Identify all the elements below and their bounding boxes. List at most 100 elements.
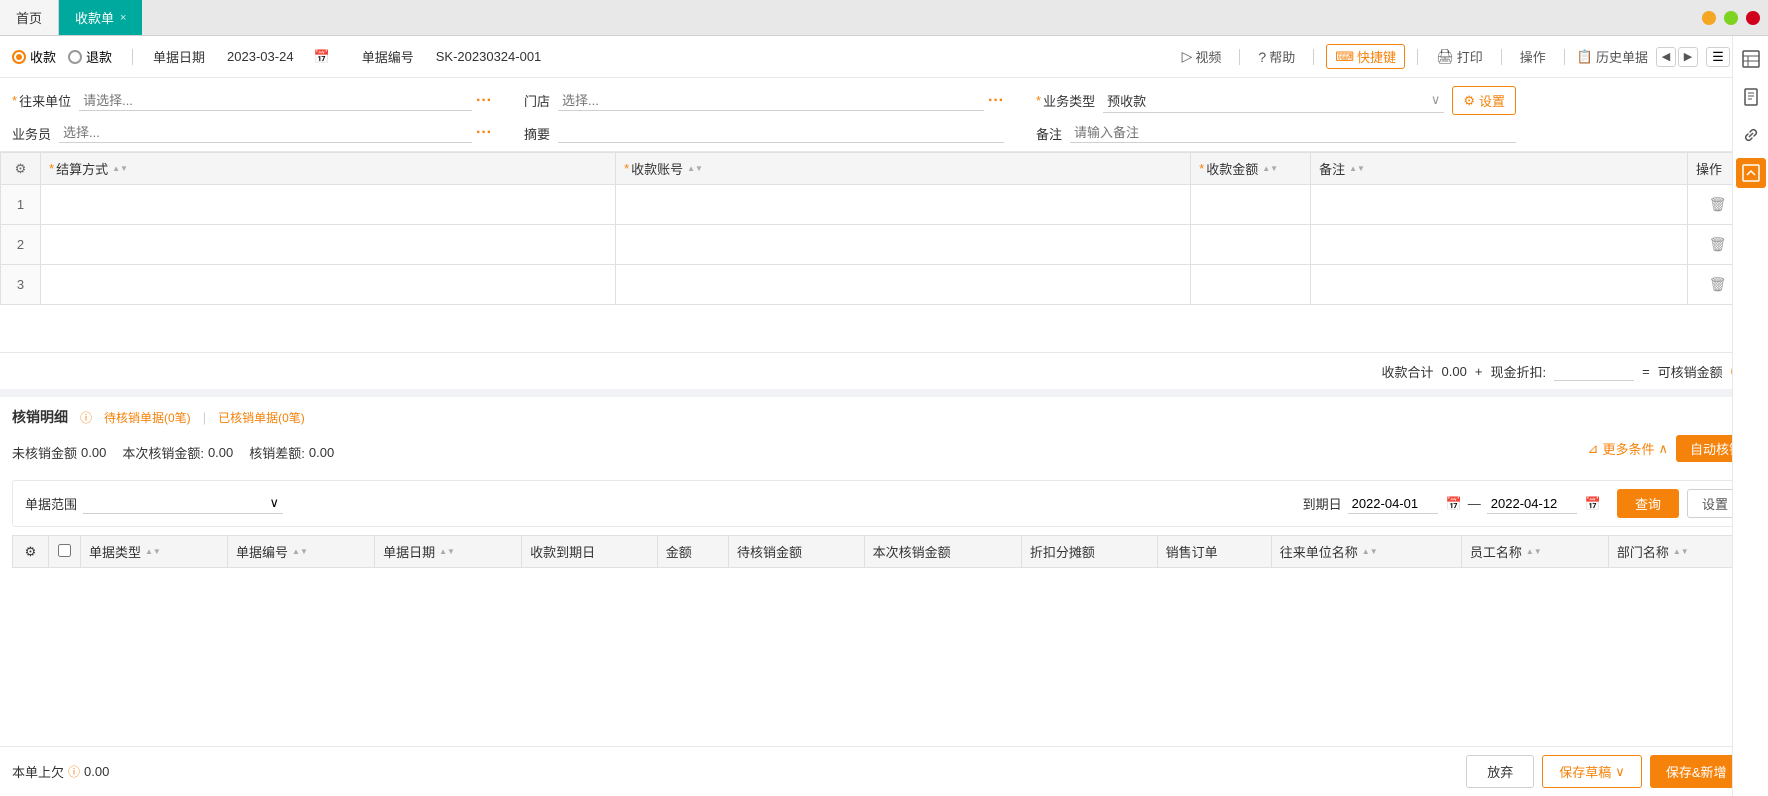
recon-select-all-checkbox[interactable]	[58, 544, 71, 557]
window-maximize-btn[interactable]	[1724, 11, 1738, 25]
sort-recon-docdate[interactable]: ▲▼	[439, 548, 455, 556]
recon-th-doc-num: 单据编号 ▲▼	[228, 536, 375, 568]
history-btn[interactable]: 📋 历史单据	[1577, 47, 1648, 66]
shortcut-icon: ⌨	[1335, 49, 1354, 65]
discount-input[interactable]	[1554, 361, 1634, 381]
recon-th-checkbox[interactable]	[49, 536, 81, 568]
row-2-amount[interactable]	[1191, 225, 1311, 265]
available-label: 可核销金额	[1658, 362, 1723, 381]
recon-th-amount-label: 金额	[666, 545, 692, 560]
counterpart-input[interactable]	[79, 91, 472, 111]
sort-recon-doctype[interactable]: ▲▼	[145, 548, 161, 556]
th-settle-method-label: 结算方式	[56, 159, 108, 178]
tab-current[interactable]: 收款单 ×	[59, 0, 142, 35]
recon-th-gear[interactable]: ⚙	[13, 536, 49, 568]
refund-radio[interactable]: 退款	[68, 47, 112, 66]
row-3-remark[interactable]	[1311, 265, 1688, 305]
sort-icon-account[interactable]: ▲▼	[687, 165, 703, 173]
window-close-btn[interactable]	[1746, 11, 1760, 25]
operate-btn[interactable]: 操作	[1514, 45, 1552, 68]
recon-stats: 未核销金额 0.00 本次核销金额: 0.00 核销差额: 0.00 ⊿ 更多条…	[12, 435, 1756, 470]
store-input[interactable]	[558, 91, 984, 111]
recon-th-due-date: 收款到期日	[522, 536, 658, 568]
done-tab[interactable]: 已核销单据(0笔)	[218, 409, 305, 426]
row-1-account[interactable]	[616, 185, 1191, 225]
receipt-refund-toggle: 收款 退款	[12, 47, 112, 66]
th-receipt-amount: * 收款金额 ▲▼	[1191, 153, 1311, 185]
row-1-delete-icon[interactable]: 🗑	[1709, 196, 1727, 213]
row-2-remark[interactable]	[1311, 225, 1688, 265]
due-date-end-input[interactable]	[1487, 494, 1577, 514]
sidebar-expand-icon[interactable]	[1736, 158, 1766, 188]
sort-icon-remark[interactable]: ▲▼	[1349, 165, 1365, 173]
row-3-account[interactable]	[616, 265, 1191, 305]
row-3-settle[interactable]	[41, 265, 616, 305]
salesperson-label: 业务员	[12, 124, 51, 143]
recon-info-icon[interactable]: ⓘ	[80, 409, 92, 426]
print-icon: 🖨	[1436, 48, 1454, 65]
sort-icon-settle[interactable]: ▲▼	[112, 165, 128, 173]
due-date-end-cal-icon[interactable]: 📅	[1585, 496, 1601, 512]
row-2-account[interactable]	[616, 225, 1191, 265]
tab-home[interactable]: 首页	[0, 0, 59, 35]
window-minimize-btn[interactable]	[1702, 11, 1716, 25]
sort-recon-docnum[interactable]: ▲▼	[292, 548, 308, 556]
shortcut-btn[interactable]: ⌨ 快捷键	[1326, 44, 1405, 69]
sort-recon-employee[interactable]: ▲▼	[1526, 548, 1542, 556]
sort-recon-dept[interactable]: ▲▼	[1673, 548, 1689, 556]
due-date-start-cal-icon[interactable]: 📅	[1446, 496, 1462, 512]
toolbar: 收款 退款 单据日期 2023-03-24 📅 单据编号 SK-20230324…	[0, 36, 1768, 78]
discard-btn[interactable]: 放弃	[1466, 755, 1534, 788]
receipt-radio[interactable]: 收款	[12, 47, 56, 66]
tab-current-label: 收款单	[75, 8, 114, 27]
recon-gear-icon[interactable]: ⚙	[25, 544, 37, 559]
row-1-amount[interactable]	[1191, 185, 1311, 225]
query-btn[interactable]: 查询	[1617, 489, 1679, 518]
biz-settings-btn[interactable]: ⚙ 设置	[1452, 86, 1516, 115]
due-date-start-input[interactable]	[1348, 494, 1438, 514]
video-btn[interactable]: ▷ 视频	[1176, 45, 1228, 68]
table-gear-icon[interactable]: ⚙	[15, 161, 27, 176]
salesperson-more-icon[interactable]: ···	[476, 124, 492, 142]
sidebar-table-icon[interactable]	[1736, 44, 1766, 74]
draft-btn[interactable]: 保存草稿 ∨	[1542, 755, 1642, 788]
row-3-amount[interactable]	[1191, 265, 1311, 305]
biz-type-dropdown[interactable]: 预收款 ∨	[1103, 89, 1444, 113]
pending-tab[interactable]: 待核销单据(0笔)	[104, 409, 191, 426]
help-btn[interactable]: ? 帮助	[1252, 45, 1301, 68]
filter-more-btn[interactable]: ⊿ 更多条件 ∧	[1588, 439, 1668, 458]
nav-next-btn[interactable]: ▶	[1678, 47, 1698, 67]
view-list-btn[interactable]: ☰	[1706, 47, 1730, 67]
bottom-actions: 放弃 保存草稿 ∨ 保存&新增 ∨	[1466, 755, 1756, 788]
plus-label: +	[1475, 364, 1483, 379]
sort-recon-counterpart[interactable]: ▲▼	[1362, 548, 1378, 556]
date-calendar-icon[interactable]: 📅	[314, 49, 330, 65]
toolbar-divider-3	[1313, 49, 1314, 65]
salesperson-input[interactable]	[59, 123, 472, 143]
row-3-delete-icon[interactable]: 🗑	[1709, 276, 1727, 293]
row-1-remark[interactable]	[1311, 185, 1688, 225]
row-2-settle[interactable]	[41, 225, 616, 265]
store-more-icon[interactable]: ···	[988, 92, 1004, 110]
date-value: 2023-03-24	[227, 49, 294, 64]
th-gear[interactable]: ⚙	[1, 153, 41, 185]
sort-icon-amount[interactable]: ▲▼	[1262, 165, 1278, 173]
summary-input[interactable]	[558, 123, 1004, 143]
recon-th-doc-date-label: 单据日期	[383, 542, 435, 561]
sidebar-doc-icon[interactable]	[1736, 82, 1766, 112]
remark-input[interactable]	[1070, 123, 1516, 143]
counterpart-more-icon[interactable]: ···	[476, 92, 492, 110]
doc-range-select[interactable]: ∨	[83, 493, 283, 514]
tab-close-icon[interactable]: ×	[120, 12, 126, 24]
nav-prev-btn[interactable]: ◀	[1656, 47, 1676, 67]
due-date-field: 到期日 📅 — 📅	[1303, 494, 1601, 514]
recon-header: 核销明细 ⓘ 待核销单据(0笔) | 已核销单据(0笔)	[12, 407, 1756, 427]
shortcut-label: 快捷键	[1357, 47, 1396, 66]
stat-info-icon[interactable]: ⓘ	[68, 763, 80, 780]
print-btn[interactable]: 🖨 打印	[1430, 45, 1489, 68]
row-1-settle[interactable]	[41, 185, 616, 225]
row-2-delete-icon[interactable]: 🗑	[1709, 236, 1727, 253]
receipt-table-section: ⚙ * 结算方式 ▲▼ * 收款账号 ▲▼	[0, 152, 1768, 352]
total-value: 0.00	[1442, 364, 1467, 379]
sidebar-link-icon[interactable]	[1736, 120, 1766, 150]
